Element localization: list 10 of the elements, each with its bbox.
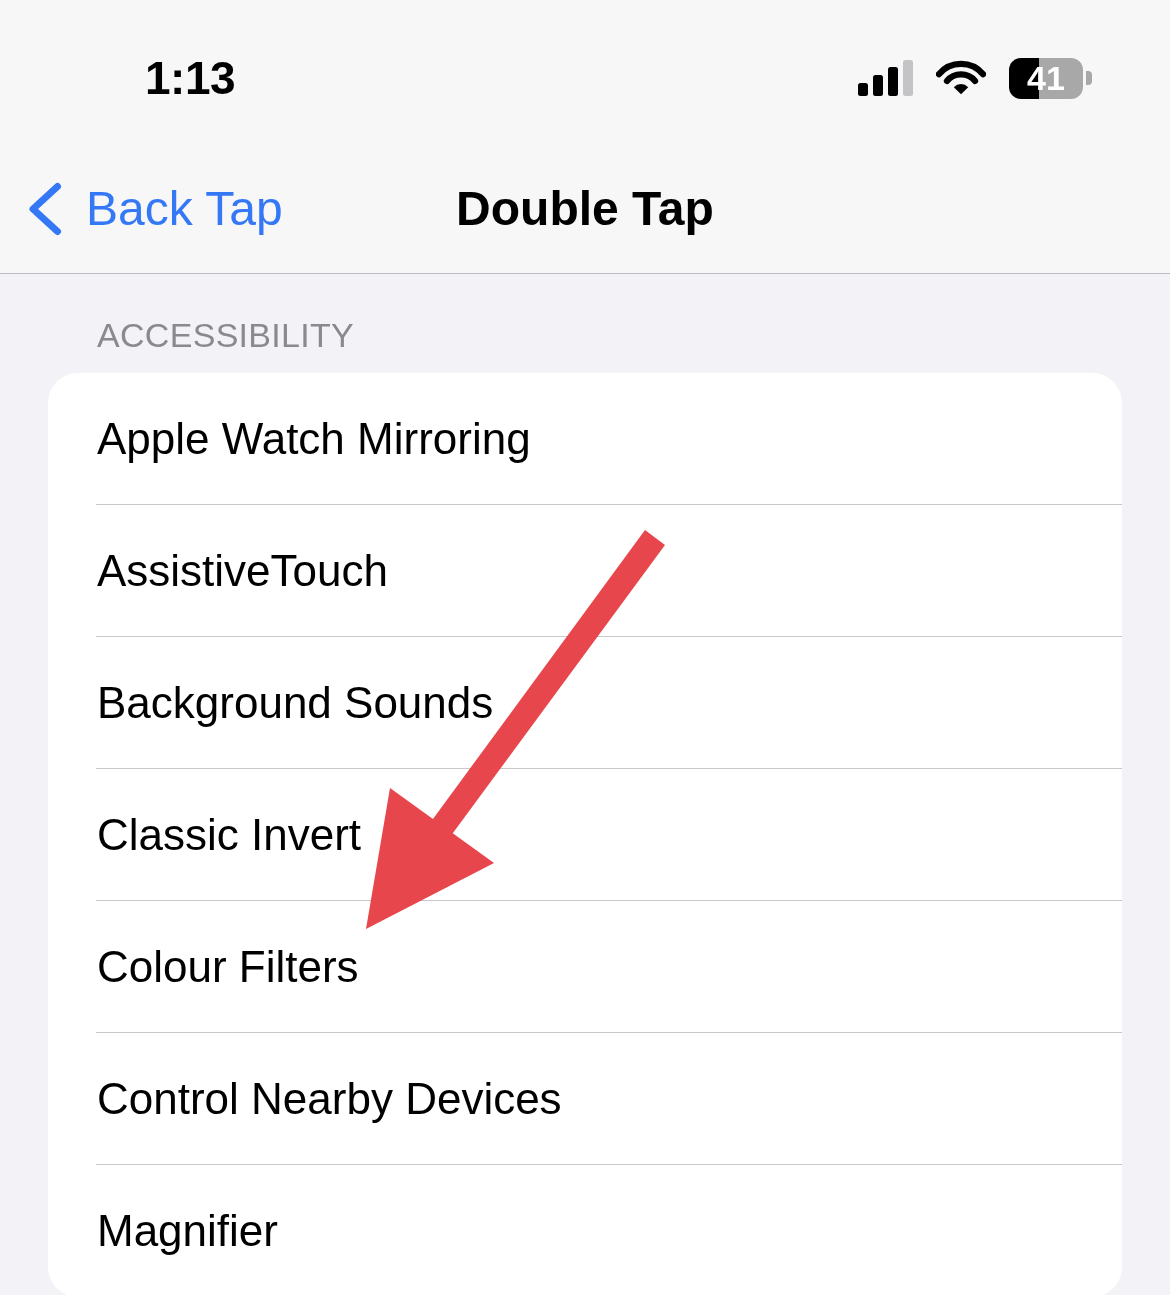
chevron-left-icon <box>28 181 62 236</box>
wifi-icon <box>936 60 986 96</box>
signal-icon <box>858 60 913 96</box>
list-item[interactable]: Apple Watch Mirroring <box>96 373 1122 505</box>
list-item[interactable]: Magnifier <box>96 1165 1122 1295</box>
nav-title: Double Tap <box>456 180 714 237</box>
list-item[interactable]: Control Nearby Devices <box>96 1033 1122 1165</box>
status-time: 1:13 <box>145 52 236 104</box>
back-button[interactable]: Back Tap <box>28 180 283 237</box>
section-header: ACCESSIBILITY <box>97 315 355 355</box>
